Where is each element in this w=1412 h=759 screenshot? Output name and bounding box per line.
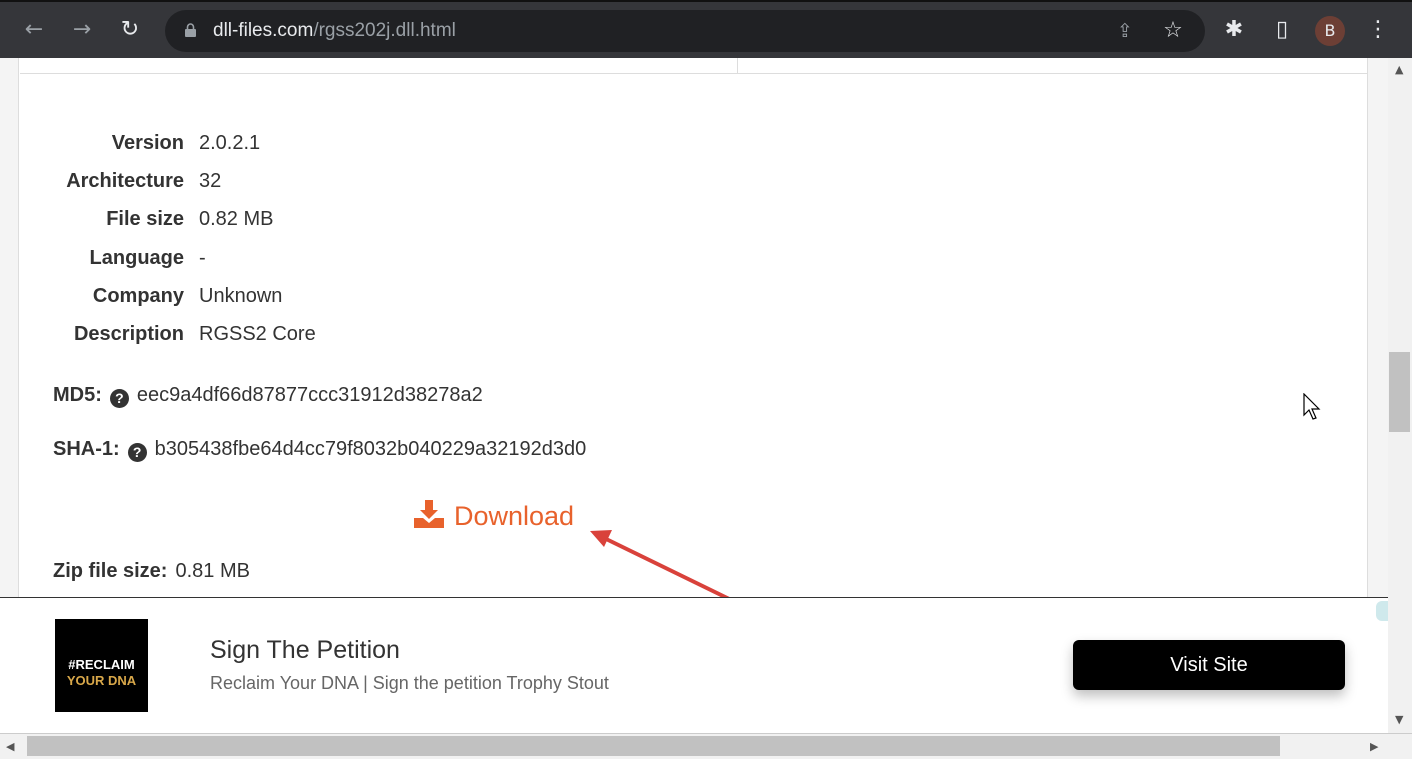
forward-icon[interactable]: → [68,16,96,44]
ad-title[interactable]: Sign The Petition [210,636,400,665]
lock-icon[interactable] [185,23,196,37]
visit-site-button[interactable]: Visit Site [1073,640,1345,690]
ad-image-text: #RECLAIM [68,657,135,672]
scroll-right-icon[interactable]: ▶ [1370,740,1378,753]
back-icon[interactable]: ← [20,16,48,44]
scroll-left-icon[interactable]: ◀ [6,740,14,753]
address-bar[interactable]: dll-files.com/rgss202j.dll.html ⇪ ☆ [165,10,1205,52]
vertical-scroll-thumb[interactable] [1389,352,1410,432]
url-path: /rgss202j.dll.html [313,20,456,41]
mouse-cursor-icon [1303,393,1321,420]
ad-image[interactable]: #RECLAIM YOUR DNA [55,619,148,712]
bookmark-star-icon[interactable]: ☆ [1159,17,1187,45]
menu-icon[interactable]: ⋮ [1364,16,1392,44]
reload-icon[interactable]: ↻ [116,16,144,44]
scroll-up-icon[interactable]: ▲ [1395,63,1403,76]
scroll-down-icon[interactable]: ▼ [1395,713,1403,726]
ad-banner[interactable]: #RECLAIM YOUR DNA Sign The Petition Recla… [0,597,1388,733]
extensions-icon[interactable]: ✱ [1220,16,1248,44]
ad-subtitle: Reclaim Your DNA | Sign the petition Tro… [210,673,609,693]
share-icon[interactable]: ⇪ [1111,17,1139,45]
browser-toolbar: ← → ↻ dll-files.com/rgss202j.dll.html ⇪ … [0,0,1412,58]
url-text[interactable]: dll-files.com/rgss202j.dll.html [213,20,456,42]
horizontal-scroll-thumb[interactable] [27,736,1280,756]
url-domain: dll-files.com [213,20,314,41]
side-panel-icon[interactable]: ▯ [1268,16,1296,44]
profile-avatar[interactable]: B [1315,16,1345,46]
ad-info-icon[interactable] [1376,601,1388,621]
ad-image-text: YOUR DNA [66,673,137,688]
